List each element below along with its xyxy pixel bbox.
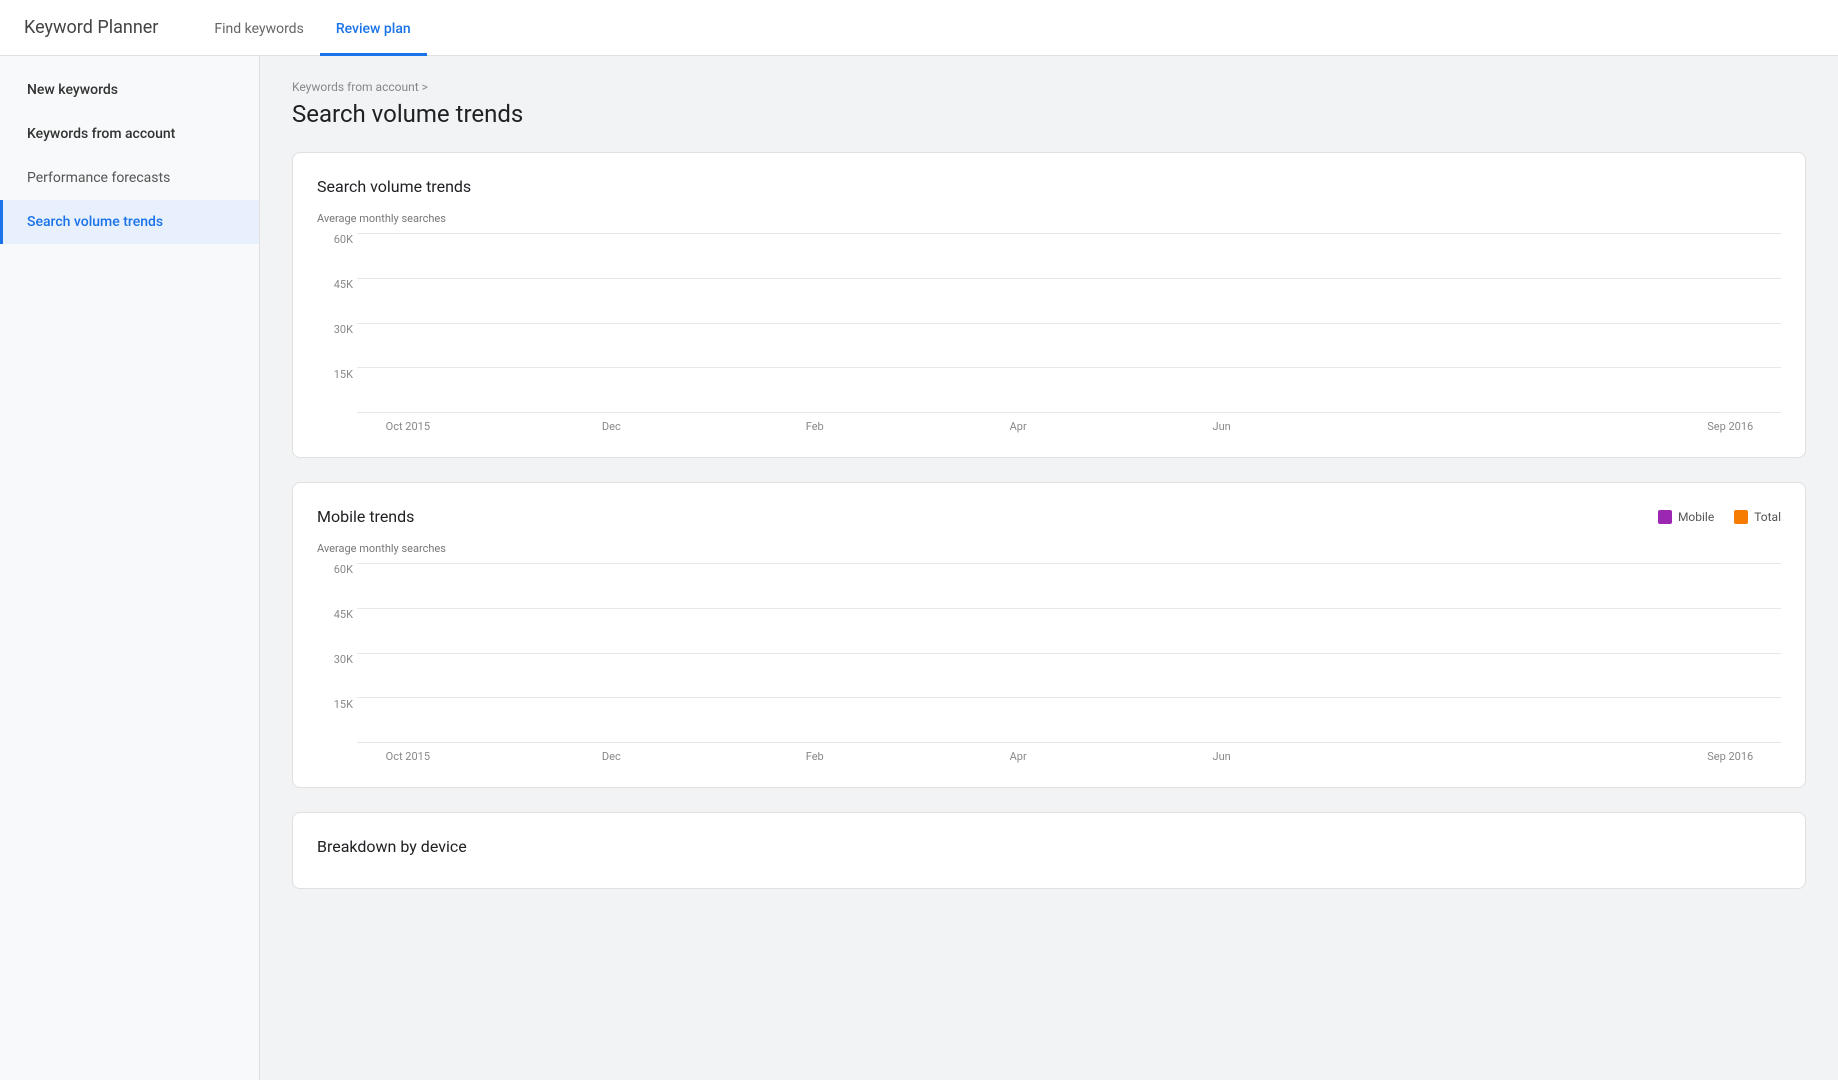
search-volume-trends-card: Search volume trends Average monthly sea…: [292, 152, 1806, 458]
breadcrumb: Keywords from account >: [292, 80, 1806, 94]
x-label-may: [1069, 420, 1171, 433]
sidebar: New keywords Keywords from account Perfo…: [0, 56, 260, 1080]
chart2-wrapper: 60K 45K 30K 15K: [317, 563, 1781, 763]
chart2-area: Average monthly searches 60K 45K 30K 15K: [317, 542, 1781, 763]
legend-mobile-label: Mobile: [1678, 510, 1714, 524]
layout: New keywords Keywords from account Perfo…: [0, 56, 1838, 1080]
breadcrumb-parent[interactable]: Keywords from account: [292, 80, 419, 94]
x-label-dec: Dec: [560, 420, 662, 433]
card3-title: Breakdown by device: [317, 837, 1781, 856]
chart2-y-label: Average monthly searches: [317, 542, 1781, 555]
chart2-x-axis: Oct 2015 Dec Feb Apr Jun: [357, 750, 1781, 763]
breadcrumb-separator: >: [422, 80, 428, 94]
chart1-area: Average monthly searches 60K 45K 30K 15K: [317, 212, 1781, 433]
x2-label-nov: [459, 750, 561, 763]
y2-label-60k: 60K: [317, 563, 353, 576]
app-title: Keyword Planner: [24, 17, 158, 38]
x2-label-mar: [866, 750, 968, 763]
x2-label-aug: [1374, 750, 1476, 763]
x-label-jul: [1272, 420, 1374, 433]
x2-label-sep2: [1578, 750, 1680, 763]
x-label-nov: [459, 420, 561, 433]
chart2-bars: [357, 563, 1781, 743]
x2-label-jun: Jun: [1171, 750, 1273, 763]
chart1-container: 60K 45K 30K 15K: [357, 233, 1781, 433]
x-label-jun: Jun: [1171, 420, 1273, 433]
x2-label-jan: [662, 750, 764, 763]
x2-label-apr: Apr: [967, 750, 1069, 763]
sidebar-item-performance-forecasts[interactable]: Performance forecasts: [0, 156, 259, 200]
y-label-30k: 30K: [317, 323, 353, 336]
legend-total: Total: [1734, 510, 1781, 524]
x2-label-jul: [1272, 750, 1374, 763]
chart1-wrapper: 60K 45K 30K 15K: [317, 233, 1781, 433]
chart2-y-axis: 60K 45K 30K 15K: [317, 563, 353, 743]
legend-mobile: Mobile: [1658, 510, 1714, 524]
x-label-apr: Apr: [967, 420, 1069, 433]
tab-find-keywords[interactable]: Find keywords: [198, 21, 319, 56]
y2-label-15k: 15K: [317, 698, 353, 711]
x-label-sep-1: [1476, 420, 1578, 433]
chart1-x-axis: Oct 2015 Dec Feb Apr Jun: [357, 420, 1781, 433]
x2-label-sep2016: Sep 2016: [1679, 750, 1781, 763]
x2-label-sep1: [1476, 750, 1578, 763]
breakdown-card: Breakdown by device: [292, 812, 1806, 889]
card1-title: Search volume trends: [317, 177, 1781, 196]
sidebar-item-keywords-from-account[interactable]: Keywords from account: [0, 112, 259, 156]
chart1-bars: [357, 233, 1781, 413]
x2-label-oct: Oct 2015: [357, 750, 459, 763]
chart2-container: 60K 45K 30K 15K: [357, 563, 1781, 763]
header: Keyword Planner Find keywords Review pla…: [0, 0, 1838, 56]
mobile-trends-card: Mobile trends Mobile Total Average month…: [292, 482, 1806, 788]
legend-total-dot: [1734, 510, 1748, 524]
x-label-jan: [662, 420, 764, 433]
chart2-legend: Mobile Total: [1658, 510, 1781, 524]
x-label-feb: Feb: [764, 420, 866, 433]
x2-label-may: [1069, 750, 1171, 763]
x2-label-dec: Dec: [560, 750, 662, 763]
x-label-oct: Oct 2015: [357, 420, 459, 433]
legend-total-label: Total: [1754, 510, 1781, 524]
x-label-sep-2: [1578, 420, 1680, 433]
page-title: Search volume trends: [292, 100, 1806, 128]
y-label-60k: 60K: [317, 233, 353, 246]
legend-mobile-dot: [1658, 510, 1672, 524]
chart1-y-axis: 60K 45K 30K 15K: [317, 233, 353, 413]
y-label-45k: 45K: [317, 278, 353, 291]
sidebar-item-new-keywords[interactable]: New keywords: [0, 68, 259, 112]
nav-tabs: Find keywords Review plan: [198, 0, 426, 55]
sidebar-item-search-volume-trends[interactable]: Search volume trends: [0, 200, 259, 244]
y-label-15k: 15K: [317, 368, 353, 381]
x-label-mar: [866, 420, 968, 433]
main-content: Keywords from account > Search volume tr…: [260, 56, 1838, 1080]
tab-review-plan[interactable]: Review plan: [320, 21, 427, 56]
y2-label-30k: 30K: [317, 653, 353, 666]
x-label-aug: [1374, 420, 1476, 433]
chart1-y-label: Average monthly searches: [317, 212, 1781, 225]
x-label-sep2016: Sep 2016: [1679, 420, 1781, 433]
x2-label-feb: Feb: [764, 750, 866, 763]
y2-label-45k: 45K: [317, 608, 353, 621]
card2-title: Mobile trends: [317, 507, 414, 526]
